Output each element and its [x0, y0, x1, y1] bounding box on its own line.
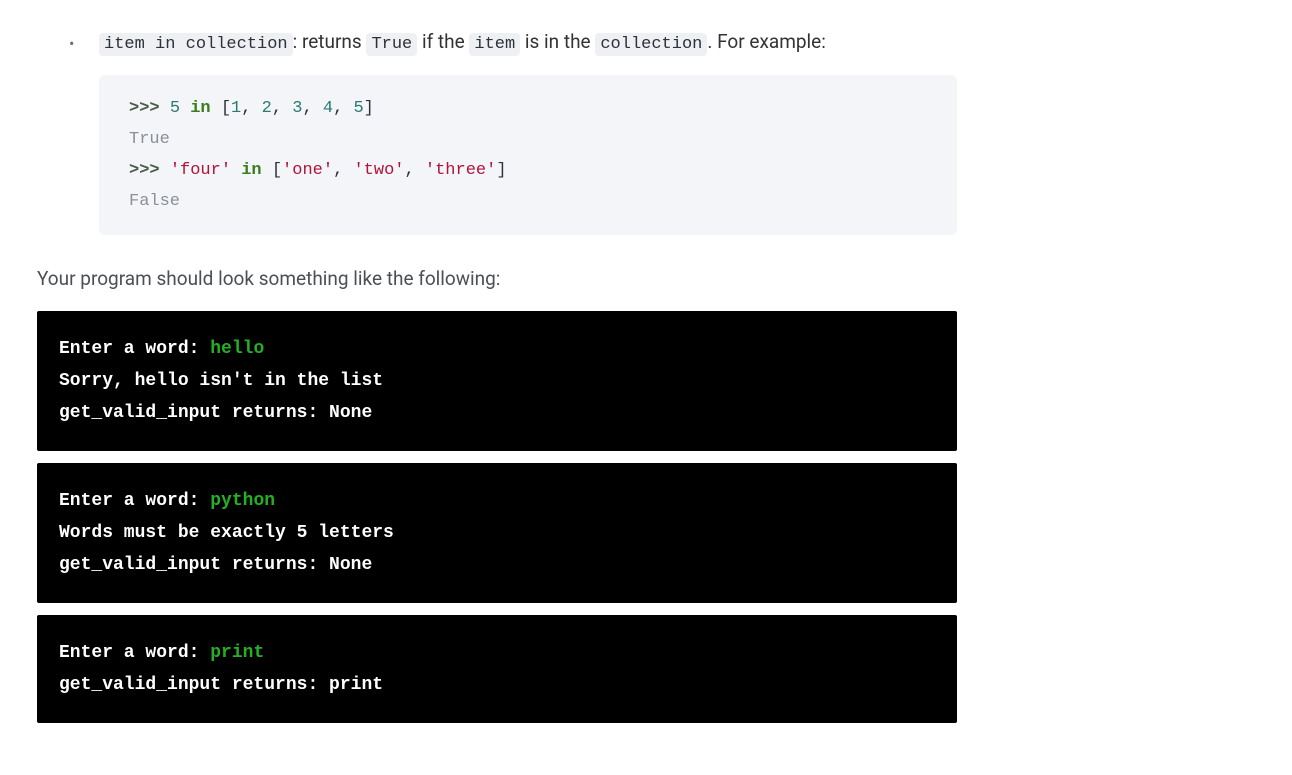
- repl-number: 1: [231, 99, 241, 118]
- python-repl-block: >>> 5 in [1, 2, 3, 4, 5] True >>> 'four'…: [99, 75, 957, 235]
- terminal-output-line: Words must be exactly 5 letters: [59, 523, 394, 543]
- repl-bracket: [: [272, 161, 282, 180]
- terminal-output-line: get_valid_input returns: print: [59, 675, 383, 695]
- inline-code-true: True: [366, 33, 417, 56]
- space: [211, 99, 221, 118]
- inline-code-expression: item in collection: [99, 33, 293, 56]
- space: [180, 99, 190, 118]
- repl-bracket: ]: [364, 99, 374, 118]
- terminal-output-line: get_valid_input returns: None: [59, 555, 372, 575]
- repl-keyword-in: in: [241, 161, 261, 180]
- terminal-block-2: Enter a word: python Words must be exact…: [37, 463, 957, 603]
- bullet-text-line: item in collection: returns True if the …: [99, 28, 957, 59]
- repl-comma: ,: [333, 99, 353, 118]
- repl-result: True: [129, 130, 170, 149]
- repl-prompt: >>>: [129, 99, 170, 118]
- bullet-item: item in collection: returns True if the …: [37, 28, 957, 235]
- text-fragment: . For example:: [707, 30, 825, 53]
- content-column: item in collection: returns True if the …: [37, 28, 957, 723]
- terminal-output-line: get_valid_input returns: None: [59, 403, 372, 423]
- terminal-user-input: print: [210, 643, 264, 663]
- repl-prompt: >>>: [129, 161, 170, 180]
- terminal-prompt-label: Enter a word:: [59, 339, 210, 359]
- repl-string: 'one': [282, 161, 333, 180]
- repl-comma: ,: [404, 161, 424, 180]
- page-root: item in collection: returns True if the …: [0, 28, 1292, 775]
- repl-result: False: [129, 192, 180, 211]
- repl-comma: ,: [241, 99, 261, 118]
- repl-number: 5: [353, 99, 363, 118]
- terminal-block-3: Enter a word: print get_valid_input retu…: [37, 615, 957, 723]
- repl-comma: ,: [333, 161, 353, 180]
- text-fragment: : returns: [293, 30, 367, 53]
- inline-code-item: item: [469, 33, 520, 56]
- text-fragment: if the: [417, 30, 469, 53]
- inline-code-collection: collection: [595, 33, 707, 56]
- terminal-user-input: python: [210, 491, 275, 511]
- repl-comma: ,: [272, 99, 292, 118]
- terminal-block-1: Enter a word: hello Sorry, hello isn't i…: [37, 311, 957, 451]
- lead-paragraph: Your program should look something like …: [37, 265, 957, 293]
- space: [262, 161, 272, 180]
- repl-number: 5: [170, 99, 180, 118]
- repl-bracket: [: [221, 99, 231, 118]
- repl-number: 3: [292, 99, 302, 118]
- repl-number: 2: [262, 99, 272, 118]
- terminal-prompt-label: Enter a word:: [59, 491, 210, 511]
- repl-string: 'three': [425, 161, 496, 180]
- space: [231, 161, 241, 180]
- repl-number: 4: [323, 99, 333, 118]
- repl-bracket: ]: [496, 161, 506, 180]
- bullet-list: item in collection: returns True if the …: [37, 28, 957, 235]
- repl-string: 'two': [353, 161, 404, 180]
- terminal-output-line: Sorry, hello isn't in the list: [59, 371, 383, 391]
- repl-string: 'four': [170, 161, 231, 180]
- terminal-prompt-label: Enter a word:: [59, 643, 210, 663]
- text-fragment: is in the: [520, 30, 595, 53]
- terminal-user-input: hello: [210, 339, 264, 359]
- repl-comma: ,: [302, 99, 322, 118]
- repl-keyword-in: in: [190, 99, 210, 118]
